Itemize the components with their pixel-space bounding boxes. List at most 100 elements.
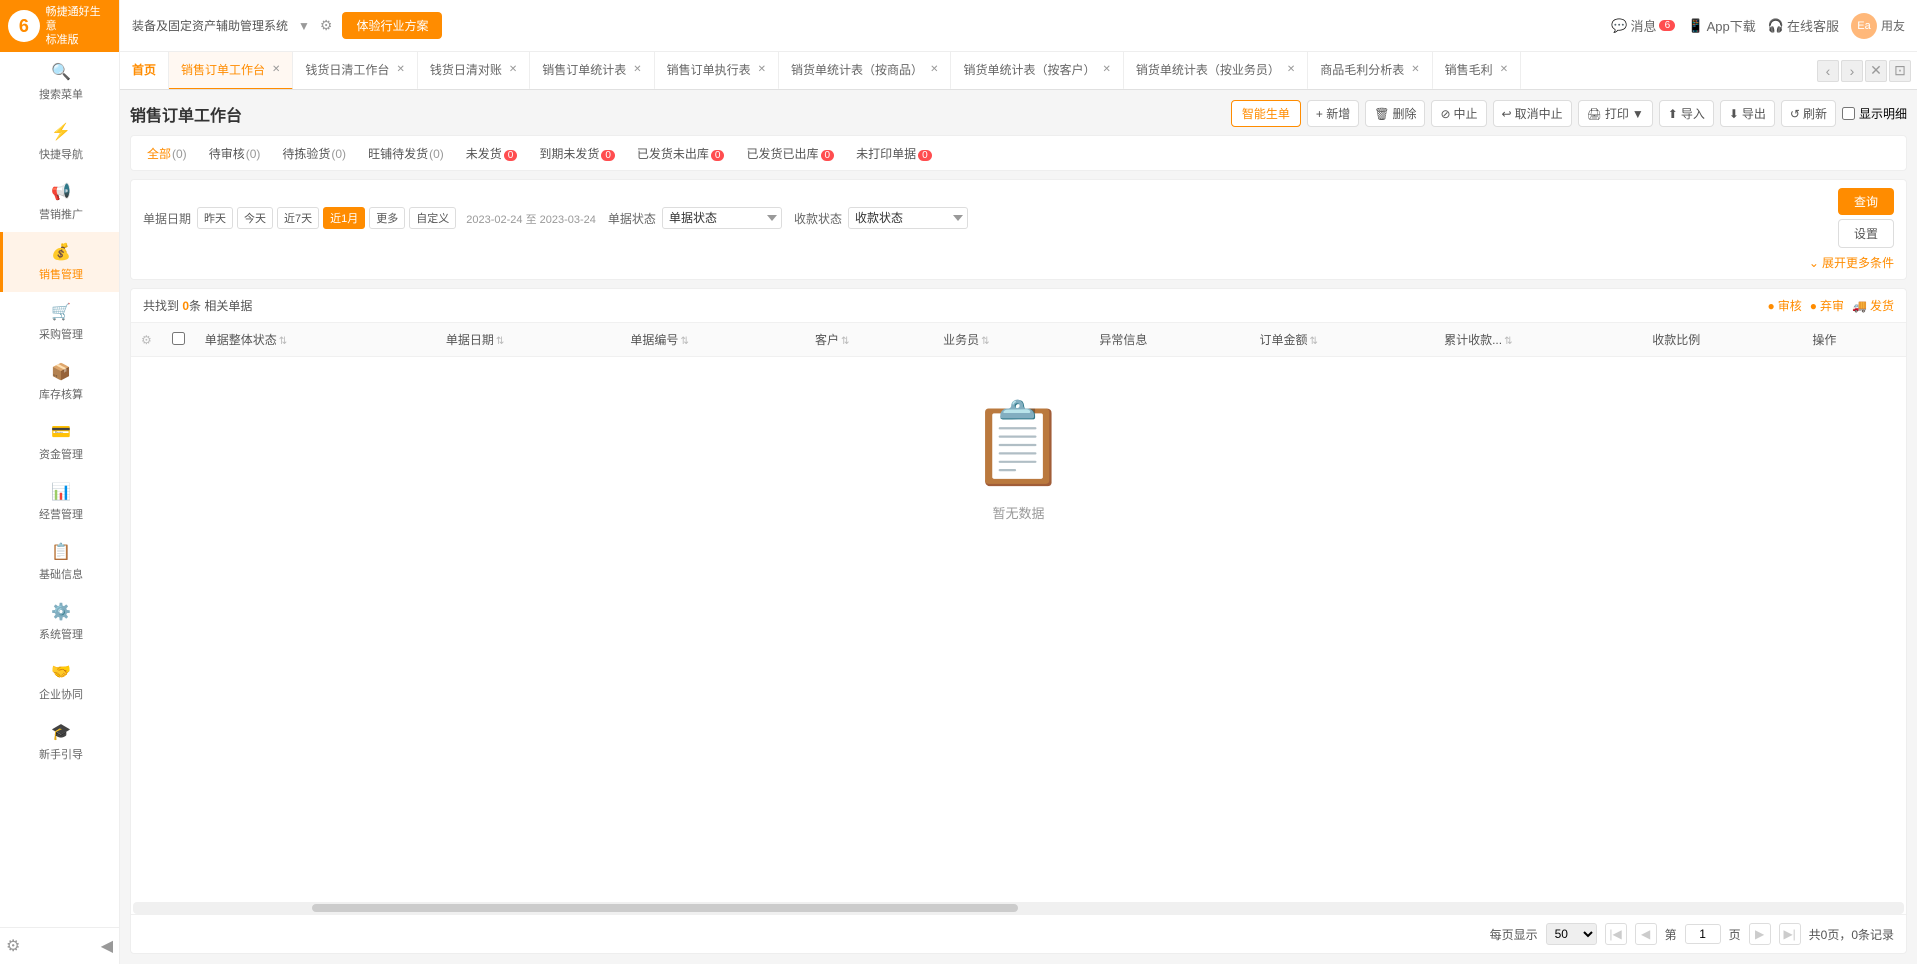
tabs-close-all-btn[interactable]: ✕ xyxy=(1865,60,1887,82)
delete-btn[interactable]: 🗑 删除 xyxy=(1365,100,1425,127)
sub-tab-7[interactable]: 已发货已出库0 xyxy=(736,141,844,166)
unaudit-btn[interactable]: ● 弃审 xyxy=(1810,297,1844,314)
system-dropdown-btn[interactable]: ▼ xyxy=(298,19,310,33)
col-status: 单据整体状态⇅ xyxy=(195,323,436,357)
tab-5[interactable]: 销售订单执行表✕ xyxy=(655,52,779,90)
sidebar-item-11[interactable]: 🎓新手引导 xyxy=(0,712,119,772)
sub-tab-8[interactable]: 未打印单据0 xyxy=(846,141,942,166)
col-cumulative[interactable]: 累计收款...⇅ xyxy=(1434,323,1642,357)
page-title: 销售订单工作台 xyxy=(130,102,242,126)
online-service-btn[interactable]: 🎧 在线客服 xyxy=(1768,16,1839,35)
tab-close-5[interactable]: ✕ xyxy=(758,64,766,75)
tab-close-2[interactable]: ✕ xyxy=(396,64,404,75)
tab-2[interactable]: 钱货日清工作台✕ xyxy=(293,52,417,90)
stop-btn[interactable]: ⊘ 中止 xyxy=(1431,100,1486,127)
ship-btn[interactable]: 🚚 发货 xyxy=(1852,297,1894,314)
sub-tab-5[interactable]: 到期未发货0 xyxy=(529,141,625,166)
tab-4[interactable]: 销售订单统计表✕ xyxy=(530,52,654,90)
date-1month-btn[interactable]: 近1月 xyxy=(323,207,365,229)
tab-9[interactable]: 商品毛利分析表✕ xyxy=(1308,52,1432,90)
status-select[interactable]: 单据状态 xyxy=(662,207,782,229)
tab-close-6[interactable]: ✕ xyxy=(930,64,938,75)
tab-7[interactable]: 销货单统计表（按客户）✕ xyxy=(951,52,1123,90)
message-btn[interactable]: 💬 消息 6 xyxy=(1611,16,1675,35)
refresh-btn[interactable]: ↺ 刷新 xyxy=(1781,100,1836,127)
sidebar-item-8[interactable]: 📋基础信息 xyxy=(0,532,119,592)
tab-close-10[interactable]: ✕ xyxy=(1500,64,1508,75)
col-date[interactable]: 单据日期⇅ xyxy=(436,323,621,357)
sidebar-item-5[interactable]: 📦库存核算 xyxy=(0,352,119,412)
page-last-btn[interactable]: ▶| xyxy=(1779,923,1801,945)
sub-tab-0[interactable]: 全部(0) xyxy=(137,141,197,166)
col-amount[interactable]: 订单金额⇅ xyxy=(1250,323,1435,357)
select-all-checkbox[interactable] xyxy=(172,332,185,345)
col-number[interactable]: 单据编号⇅ xyxy=(620,323,805,357)
tab-1[interactable]: 销售订单工作台✕ xyxy=(169,52,293,90)
show-detail-checkbox[interactable] xyxy=(1842,107,1855,120)
collapse-icon[interactable]: ◀ xyxy=(101,936,113,956)
sidebar-item-4[interactable]: 🛒采购管理 xyxy=(0,292,119,352)
app-download-btn[interactable]: 📱 App下载 xyxy=(1687,16,1755,35)
settings-icon[interactable]: ⚙ xyxy=(6,936,20,956)
sub-tab-6[interactable]: 已发货未出库0 xyxy=(627,141,735,166)
page-prev-btn[interactable]: ◀ xyxy=(1635,923,1657,945)
sidebar-item-9[interactable]: ⚙️系统管理 xyxy=(0,592,119,652)
sidebar-item-10[interactable]: 🤝企业协同 xyxy=(0,652,119,712)
export-btn[interactable]: ⬇ 导出 xyxy=(1720,100,1775,127)
sidebar-item-2[interactable]: 📢营销推广 xyxy=(0,172,119,232)
setting-btn[interactable]: 设置 xyxy=(1838,219,1894,248)
sub-tab-badge-7: 0 xyxy=(821,150,835,161)
gear-icon[interactable]: ⚙ xyxy=(320,17,333,34)
sub-tab-count-1: (0) xyxy=(246,147,261,161)
tabs-prev-btn[interactable]: ‹ xyxy=(1817,60,1839,82)
expand-conditions-btn[interactable]: ⌄ 展开更多条件 xyxy=(1809,254,1894,271)
sidebar-item-3[interactable]: 💰销售管理 xyxy=(0,232,119,292)
print-btn[interactable]: 🖨 打印 ▼ xyxy=(1578,100,1653,127)
show-detail-label[interactable]: 显示明细 xyxy=(1842,105,1907,122)
sub-tab-2[interactable]: 待拣验货(0) xyxy=(272,141,356,166)
page-size-select[interactable]: 50 20 100 xyxy=(1546,923,1597,945)
audit-btn[interactable]: ● 审核 xyxy=(1768,297,1802,314)
cancel-stop-btn[interactable]: ↩ 取消中止 xyxy=(1493,100,1572,127)
sub-tab-1[interactable]: 待审核(0) xyxy=(199,141,271,166)
tab-close-8[interactable]: ✕ xyxy=(1287,64,1295,75)
tab-6[interactable]: 销货单统计表（按商品）✕ xyxy=(779,52,951,90)
scrollbar-thumb[interactable] xyxy=(312,904,1019,912)
tab-3[interactable]: 钱货日清对账✕ xyxy=(418,52,530,90)
tab-0[interactable]: 首页 xyxy=(120,52,169,90)
sub-tab-4[interactable]: 未发货0 xyxy=(456,141,528,166)
tab-10[interactable]: 销售毛利✕ xyxy=(1433,52,1521,90)
sidebar-item-6[interactable]: 💳资金管理 xyxy=(0,412,119,472)
query-btn[interactable]: 查询 xyxy=(1838,188,1894,215)
tabs-next-btn[interactable]: › xyxy=(1841,60,1863,82)
user-menu-btn[interactable]: Ea 用友 xyxy=(1851,13,1905,39)
sub-tab-3[interactable]: 旺铺待发货(0) xyxy=(358,141,454,166)
smart-create-btn[interactable]: 智能生单 xyxy=(1231,100,1301,127)
sidebar-item-1[interactable]: ⚡快捷导航 xyxy=(0,112,119,172)
industry-solution-btn[interactable]: 体验行业方案 xyxy=(342,12,442,39)
date-7days-btn[interactable]: 近7天 xyxy=(277,207,319,229)
col-salesman[interactable]: 业务员⇅ xyxy=(933,323,1089,357)
tab-close-7[interactable]: ✕ xyxy=(1102,64,1110,75)
date-custom-btn[interactable]: 自定义 xyxy=(409,207,456,229)
date-today-btn[interactable]: 今天 xyxy=(237,207,273,229)
tab-close-3[interactable]: ✕ xyxy=(509,64,517,75)
sidebar-item-7[interactable]: 📊经营管理 xyxy=(0,472,119,532)
collection-select[interactable]: 收款状态 xyxy=(848,207,968,229)
date-yesterday-btn[interactable]: 昨天 xyxy=(197,207,233,229)
add-btn[interactable]: + 新增 xyxy=(1307,100,1359,127)
page-first-btn[interactable]: |◀ xyxy=(1605,923,1627,945)
page-input[interactable] xyxy=(1685,924,1721,944)
horizontal-scrollbar[interactable] xyxy=(133,902,1904,914)
tab-close-1[interactable]: ✕ xyxy=(272,64,280,75)
tabs-fullscreen-btn[interactable]: ⊡ xyxy=(1889,60,1911,82)
tab-close-4[interactable]: ✕ xyxy=(633,64,641,75)
tab-close-9[interactable]: ✕ xyxy=(1411,64,1419,75)
import-btn[interactable]: ⬆ 导入 xyxy=(1659,100,1714,127)
date-more-btn[interactable]: 更多 xyxy=(369,207,405,229)
page-next-btn[interactable]: ▶ xyxy=(1749,923,1771,945)
tab-8[interactable]: 销货单统计表（按业务员）✕ xyxy=(1124,52,1308,90)
col-customer[interactable]: 客户⇅ xyxy=(805,323,933,357)
col-checkbox-header[interactable] xyxy=(162,323,195,357)
sidebar-item-0[interactable]: 🔍搜索菜单 xyxy=(0,52,119,112)
